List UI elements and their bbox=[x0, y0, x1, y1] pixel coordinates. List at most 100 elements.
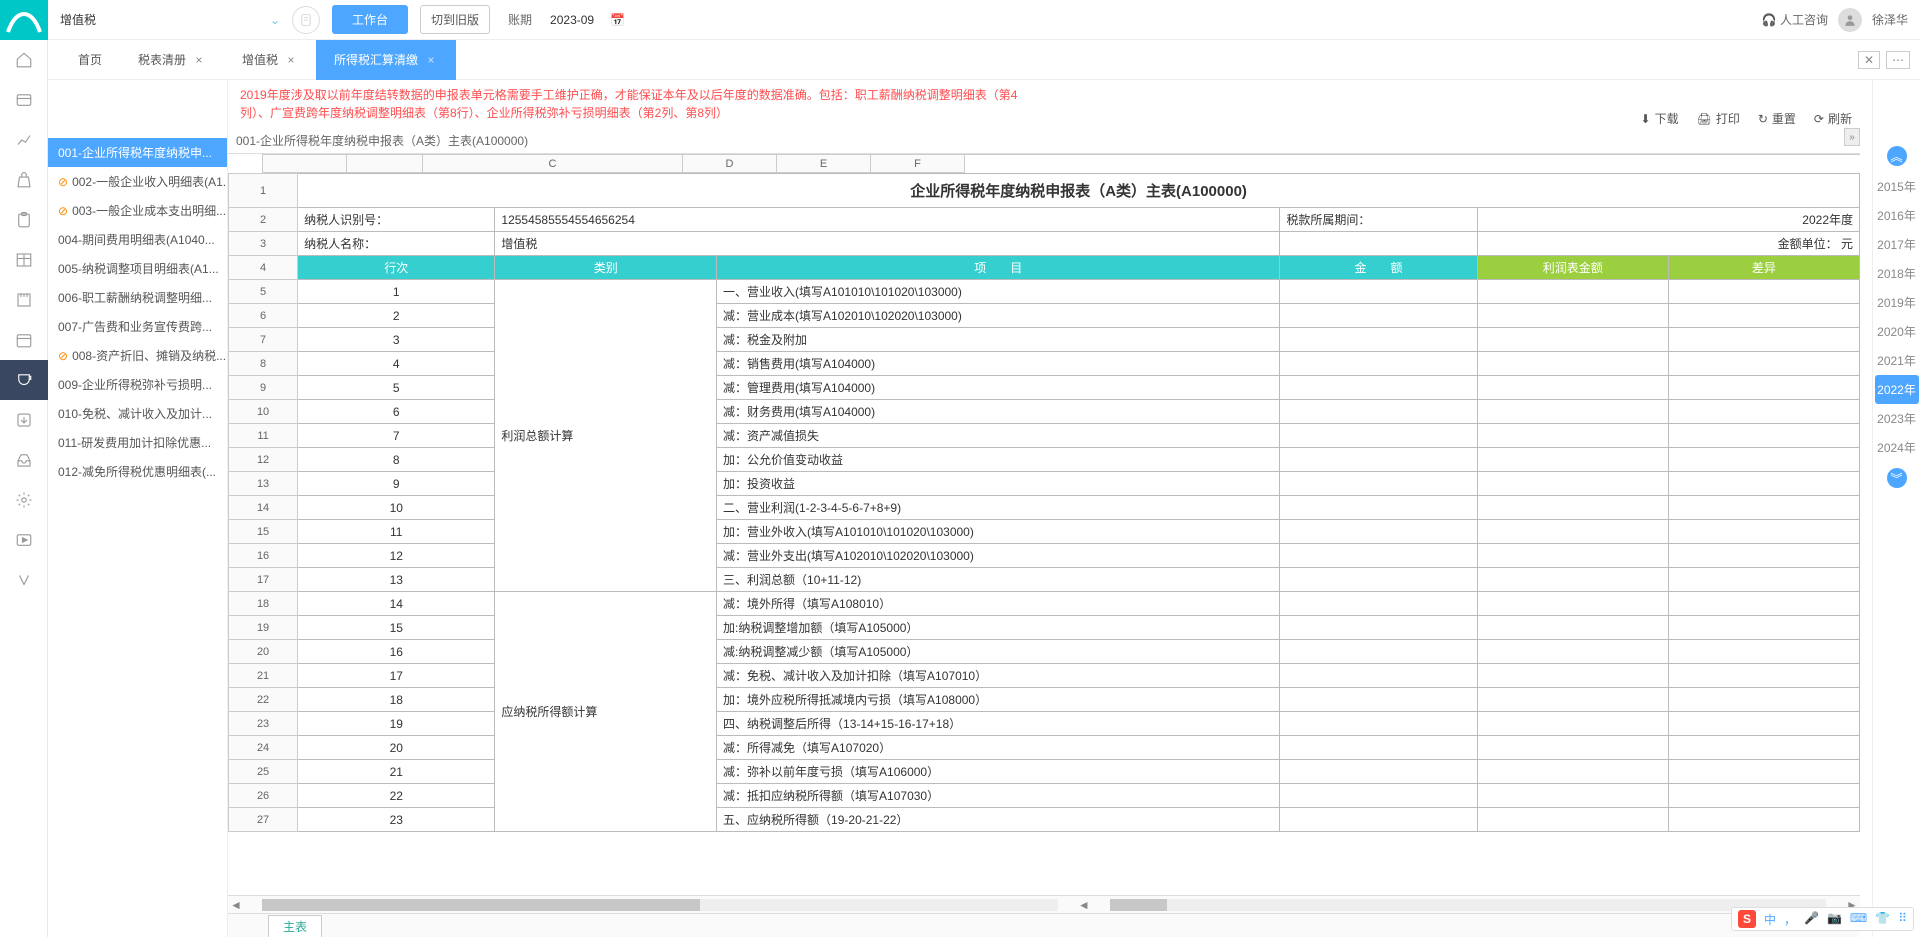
page-tab-1[interactable]: 税表清册× bbox=[120, 40, 224, 80]
amount-cell[interactable] bbox=[1280, 448, 1477, 472]
amount-cell[interactable] bbox=[1280, 424, 1477, 448]
sheet-tab-main[interactable]: 主表 bbox=[268, 915, 322, 937]
amount-cell[interactable] bbox=[1280, 520, 1477, 544]
row-number[interactable]: 5 bbox=[229, 280, 298, 304]
page-tab-2[interactable]: 增值税× bbox=[224, 40, 316, 80]
diff-cell[interactable] bbox=[1668, 376, 1859, 400]
diff-cell[interactable] bbox=[1668, 616, 1859, 640]
workspace-button[interactable]: 工作台 bbox=[332, 5, 408, 34]
col-header[interactable]: D bbox=[683, 155, 777, 173]
row-number[interactable]: 15 bbox=[229, 520, 298, 544]
doc-icon[interactable] bbox=[292, 6, 320, 34]
pl-cell[interactable] bbox=[1477, 544, 1668, 568]
pl-cell[interactable] bbox=[1477, 280, 1668, 304]
row-number[interactable]: 23 bbox=[229, 712, 298, 736]
row-number[interactable]: 27 bbox=[229, 808, 298, 832]
switch-old-button[interactable]: 切到旧版 bbox=[420, 5, 490, 34]
sheet-expand-icon[interactable]: » bbox=[1844, 128, 1860, 146]
pl-cell[interactable] bbox=[1477, 472, 1668, 496]
pl-cell[interactable] bbox=[1477, 424, 1668, 448]
row-number[interactable]: 19 bbox=[229, 616, 298, 640]
calendar-icon[interactable]: 📅 bbox=[610, 13, 625, 27]
diff-cell[interactable] bbox=[1668, 568, 1859, 592]
amount-cell[interactable] bbox=[1280, 472, 1477, 496]
reset-button[interactable]: ↻ 重置 bbox=[1758, 110, 1796, 127]
pl-cell[interactable] bbox=[1477, 304, 1668, 328]
row-number[interactable]: 7 bbox=[229, 328, 298, 352]
nav-settings-icon[interactable] bbox=[0, 480, 48, 520]
amount-cell[interactable] bbox=[1280, 328, 1477, 352]
diff-cell[interactable] bbox=[1668, 448, 1859, 472]
pl-cell[interactable] bbox=[1477, 376, 1668, 400]
diff-cell[interactable] bbox=[1668, 520, 1859, 544]
close-icon[interactable]: × bbox=[284, 53, 298, 67]
diff-cell[interactable] bbox=[1668, 808, 1859, 832]
diff-cell[interactable] bbox=[1668, 400, 1859, 424]
nav-cup-icon[interactable] bbox=[0, 360, 48, 400]
diff-cell[interactable] bbox=[1668, 784, 1859, 808]
nav-bag-icon[interactable] bbox=[0, 160, 48, 200]
pl-cell[interactable] bbox=[1477, 784, 1668, 808]
diff-cell[interactable] bbox=[1668, 640, 1859, 664]
ime-item[interactable]: 🎤 bbox=[1804, 911, 1819, 928]
ime-item[interactable]: 👕 bbox=[1875, 911, 1890, 928]
diff-cell[interactable] bbox=[1668, 592, 1859, 616]
row-number[interactable]: 2 bbox=[229, 208, 298, 232]
year-option[interactable]: 2017年 bbox=[1875, 230, 1919, 259]
pl-cell[interactable] bbox=[1477, 448, 1668, 472]
ime-item[interactable]: ⠿ bbox=[1898, 911, 1907, 928]
download-button[interactable]: ⬇ 下载 bbox=[1641, 110, 1679, 127]
amount-cell[interactable] bbox=[1280, 304, 1477, 328]
amount-cell[interactable] bbox=[1280, 808, 1477, 832]
diff-cell[interactable] bbox=[1668, 760, 1859, 784]
page-tab-0[interactable]: 首页 bbox=[60, 40, 120, 80]
nav-card-icon[interactable] bbox=[0, 80, 48, 120]
diff-cell[interactable] bbox=[1668, 688, 1859, 712]
amount-cell[interactable] bbox=[1280, 544, 1477, 568]
year-option[interactable]: 2024年 bbox=[1875, 433, 1919, 462]
refresh-button[interactable]: ⟳ 刷新 bbox=[1814, 110, 1852, 127]
pl-cell[interactable] bbox=[1477, 400, 1668, 424]
nav-home-icon[interactable] bbox=[0, 40, 48, 80]
nav-export-icon[interactable] bbox=[0, 400, 48, 440]
spreadsheet-grid[interactable]: 1企业所得税年度纳税申报表（A类）主表(A100000)2纳税人识别号：1255… bbox=[228, 173, 1860, 895]
nav-clipboard-icon[interactable] bbox=[0, 200, 48, 240]
col-header[interactable] bbox=[263, 155, 347, 173]
amount-cell[interactable] bbox=[1280, 736, 1477, 760]
col-header[interactable]: C bbox=[423, 155, 683, 173]
row-number[interactable]: 25 bbox=[229, 760, 298, 784]
amount-cell[interactable] bbox=[1280, 712, 1477, 736]
pl-cell[interactable] bbox=[1477, 760, 1668, 784]
pl-cell[interactable] bbox=[1477, 496, 1668, 520]
pl-cell[interactable] bbox=[1477, 592, 1668, 616]
avatar[interactable] bbox=[1838, 8, 1862, 32]
cell[interactable] bbox=[1280, 232, 1477, 256]
amount-cell[interactable] bbox=[1280, 376, 1477, 400]
year-option[interactable]: 2023年 bbox=[1875, 404, 1919, 433]
amount-cell[interactable] bbox=[1280, 760, 1477, 784]
row-number[interactable]: 20 bbox=[229, 640, 298, 664]
diff-cell[interactable] bbox=[1668, 304, 1859, 328]
diff-cell[interactable] bbox=[1668, 736, 1859, 760]
tab-more-icon[interactable]: ⋯ bbox=[1886, 51, 1910, 69]
ime-toolbar[interactable]: S 中，🎤📷⌨👕⠿ bbox=[1731, 907, 1914, 931]
diff-cell[interactable] bbox=[1668, 352, 1859, 376]
ime-item[interactable]: ⌨ bbox=[1850, 911, 1867, 928]
diff-cell[interactable] bbox=[1668, 664, 1859, 688]
diff-cell[interactable] bbox=[1668, 544, 1859, 568]
pl-cell[interactable] bbox=[1477, 688, 1668, 712]
year-option[interactable]: 2021年 bbox=[1875, 346, 1919, 375]
pl-cell[interactable] bbox=[1477, 640, 1668, 664]
amount-cell[interactable] bbox=[1280, 640, 1477, 664]
year-option[interactable]: 2019年 bbox=[1875, 288, 1919, 317]
row-number[interactable]: 6 bbox=[229, 304, 298, 328]
row-number[interactable]: 17 bbox=[229, 568, 298, 592]
amount-cell[interactable] bbox=[1280, 280, 1477, 304]
amount-cell[interactable] bbox=[1280, 688, 1477, 712]
year-down-icon[interactable]: ︾ bbox=[1887, 468, 1907, 488]
year-option[interactable]: 2015年 bbox=[1875, 172, 1919, 201]
row-number[interactable]: 26 bbox=[229, 784, 298, 808]
col-header[interactable] bbox=[347, 155, 423, 173]
client-selector[interactable]: 增值税 ⌄ bbox=[60, 11, 280, 28]
diff-cell[interactable] bbox=[1668, 712, 1859, 736]
